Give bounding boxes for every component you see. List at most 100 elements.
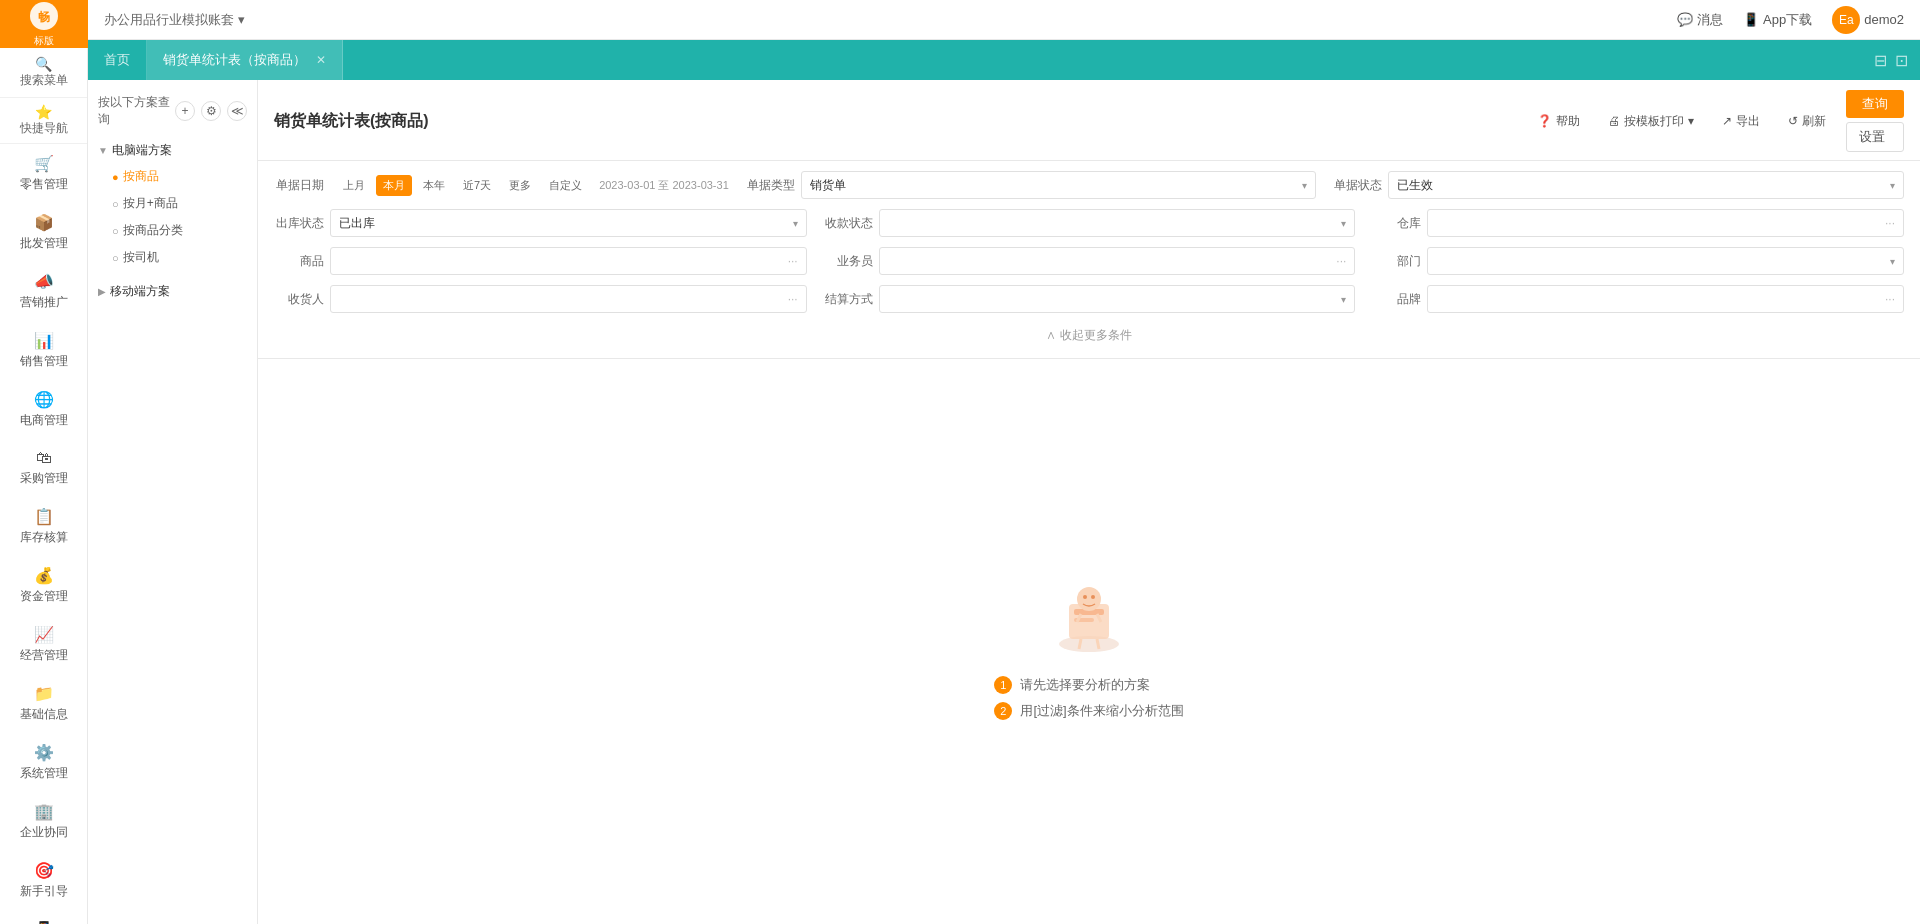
- operation-icon: 📈: [34, 625, 54, 644]
- date-btn-近7天[interactable]: 近7天: [456, 175, 498, 196]
- sidebar-item-label: 电商管理: [20, 412, 68, 429]
- sidebar-item-inventory[interactable]: 📋库存核算: [20, 497, 68, 556]
- sidebar-item-basic[interactable]: 📁 基础信息: [20, 674, 68, 733]
- workspace-arrow-icon: ▾: [238, 12, 245, 27]
- main-area: 办公用品行业模拟账套 ▾ 💬 消息 📱 App下载 Ea demo2 首页: [88, 0, 1920, 924]
- tree-section-header-desktop[interactable]: ▼电脑端方案: [88, 138, 257, 163]
- message-btn[interactable]: 💬 消息: [1677, 11, 1723, 29]
- hint-num-2: 2: [994, 702, 1012, 720]
- tree-item-by-cashier[interactable]: ○按司机: [88, 244, 257, 271]
- edit-scheme-btn[interactable]: ⚙: [201, 101, 221, 121]
- doc-status-select[interactable]: 已生效 ▾: [1388, 171, 1904, 199]
- template-print-btn[interactable]: 🖨 按模板打印 ▾: [1600, 109, 1702, 134]
- sidebar-item-system[interactable]: ⚙️系统管理: [20, 733, 68, 792]
- out-status-value: 已出库: [339, 215, 375, 232]
- user-profile[interactable]: Ea demo2: [1832, 6, 1904, 34]
- svg-point-8: [1091, 595, 1095, 599]
- tab-maximize-icon[interactable]: ⊡: [1895, 51, 1908, 70]
- search-menu-btn[interactable]: 🔍 搜索菜单: [0, 48, 87, 98]
- filter-date: 单据日期 上月本月本年近7天更多自定义 2023-03-01 至 2023-03…: [274, 175, 729, 196]
- tree-item-by-product[interactable]: ●按商品: [88, 163, 257, 190]
- out-status-select[interactable]: 已出库 ▾: [330, 209, 807, 237]
- tree-item-icon: ●: [112, 171, 119, 183]
- basic-icon: 📁: [34, 684, 54, 703]
- receiver-label: 收货人: [274, 291, 324, 308]
- svg-text:畅: 畅: [38, 10, 50, 24]
- doc-type-label: 单据类型: [745, 177, 795, 194]
- doc-type-select[interactable]: 销货单 ▾: [801, 171, 1317, 199]
- date-btn-本月[interactable]: 本月: [376, 175, 412, 196]
- refresh-btn[interactable]: ↺ 刷新: [1780, 109, 1834, 134]
- sidebar-item-ecommerce[interactable]: 🌐电商管理: [20, 380, 68, 439]
- tree-section-mobile: ▶移动端方案: [88, 275, 257, 308]
- warehouse-select[interactable]: ···: [1427, 209, 1904, 237]
- pay-status-select[interactable]: ▾: [879, 209, 1356, 237]
- sidebar-logo[interactable]: 畅 标版: [0, 0, 88, 48]
- collapse-filters-btn[interactable]: ∧ 收起更多条件: [274, 323, 1904, 348]
- sidebar-item-sales[interactable]: 📊销售管理: [20, 321, 68, 380]
- tree-item-label: 按商品分类: [123, 222, 183, 239]
- tab-expand-controls: ⊟ ⊡: [1862, 51, 1920, 70]
- filter-row-2: 出库状态 已出库 ▾ 收款状态 ▾ 仓库: [274, 209, 1904, 237]
- workspace-dropdown[interactable]: 办公用品行业模拟账套 ▾: [104, 11, 245, 29]
- svg-line-11: [1079, 639, 1081, 649]
- sidebar-item-appcenter[interactable]: 📱应用中心: [20, 910, 68, 924]
- product-label: 商品: [274, 253, 324, 270]
- sidebar-item-retail[interactable]: 🛒零售管理: [20, 144, 68, 203]
- enterprise-icon: 🏢: [34, 802, 54, 821]
- left-panel-header: 按以下方案查询 + ⚙ ≪: [88, 88, 257, 134]
- tree-item-by-month-product[interactable]: ○按月+商品: [88, 190, 257, 217]
- sidebar-item-marketing[interactable]: 📣营销推广: [20, 262, 68, 321]
- date-btn-本年[interactable]: 本年: [416, 175, 452, 196]
- tab-close-icon[interactable]: ✕: [316, 53, 326, 67]
- app-download-label: App下载: [1763, 11, 1812, 29]
- receiver-select[interactable]: ···: [330, 285, 807, 313]
- sidebar-item-purchase[interactable]: 🛍采购管理: [20, 439, 68, 497]
- sidebar-item-label: 经营管理: [20, 647, 68, 664]
- brand-select[interactable]: ···: [1427, 285, 1904, 313]
- tree-arrow-icon: ▼: [98, 145, 108, 156]
- page-header: 销货单统计表(按商品) ❓ 帮助 🖨 按模板打印 ▾ ↗: [258, 80, 1920, 161]
- sidebar-item-label: 基础信息: [20, 706, 68, 723]
- right-panel: 销货单统计表(按商品) ❓ 帮助 🖨 按模板打印 ▾ ↗: [258, 80, 1920, 924]
- appcenter-icon: 📱: [34, 920, 54, 924]
- date-btn-更多[interactable]: 更多: [502, 175, 538, 196]
- settings-btn[interactable]: 设置: [1846, 122, 1904, 152]
- header-actions: 💬 消息 📱 App下载 Ea demo2: [1677, 6, 1904, 34]
- tab-minimize-icon[interactable]: ⊟: [1874, 51, 1887, 70]
- sidebar-item-newguide[interactable]: 🎯新手引导: [20, 851, 68, 910]
- tree-section-header-mobile[interactable]: ▶移动端方案: [88, 279, 257, 304]
- date-btn-自定义[interactable]: 自定义: [542, 175, 589, 196]
- empty-state: 1 请先选择要分析的方案 2 用[过滤]条件来缩小分析范围: [258, 359, 1920, 924]
- salesperson-select[interactable]: ···: [879, 247, 1356, 275]
- inventory-icon: 📋: [34, 507, 54, 526]
- tree-item-label: 按月+商品: [123, 195, 178, 212]
- settlement-select[interactable]: ▾: [879, 285, 1356, 313]
- help-btn[interactable]: ❓ 帮助: [1529, 109, 1588, 134]
- department-select[interactable]: ▾: [1427, 247, 1904, 275]
- tab-home[interactable]: 首页: [88, 40, 147, 80]
- sidebar-item-wholesale[interactable]: 📦批发管理: [20, 203, 68, 262]
- sidebar-item-operation[interactable]: 📈 经营管理: [20, 615, 68, 674]
- sidebar-item-finance[interactable]: 💰资金管理: [20, 556, 68, 615]
- empty-hints: 1 请先选择要分析的方案 2 用[过滤]条件来缩小分析范围: [994, 676, 1183, 720]
- app-download-btn[interactable]: 📱 App下载: [1743, 11, 1812, 29]
- print-icon: 🖨: [1608, 114, 1620, 128]
- tree-item-label: 按司机: [123, 249, 159, 266]
- doc-status-label: 单据状态: [1332, 177, 1382, 194]
- export-icon: ↗: [1722, 114, 1732, 128]
- tab-bar: 首页 销货单统计表（按商品） ✕ ⊟ ⊡: [88, 40, 1920, 80]
- product-select[interactable]: ···: [330, 247, 807, 275]
- tab-sales-stats[interactable]: 销货单统计表（按商品） ✕: [147, 40, 343, 80]
- add-scheme-btn[interactable]: +: [175, 101, 195, 121]
- sidebar-item-enterprise[interactable]: 🏢企业协同: [20, 792, 68, 851]
- avatar: Ea: [1832, 6, 1860, 34]
- collapse-panel-btn[interactable]: ≪: [227, 101, 247, 121]
- tree-item-by-product-category[interactable]: ○按商品分类: [88, 217, 257, 244]
- query-btn[interactable]: 查询: [1846, 90, 1904, 118]
- filter-row-3: 商品 ··· 业务员 ··· 部门: [274, 247, 1904, 275]
- quick-nav-btn[interactable]: ⭐ 快捷导航: [0, 98, 87, 144]
- export-btn[interactable]: ↗ 导出: [1714, 109, 1768, 134]
- date-btn-上月[interactable]: 上月: [336, 175, 372, 196]
- sidebar-item-label: 采购管理: [20, 470, 68, 487]
